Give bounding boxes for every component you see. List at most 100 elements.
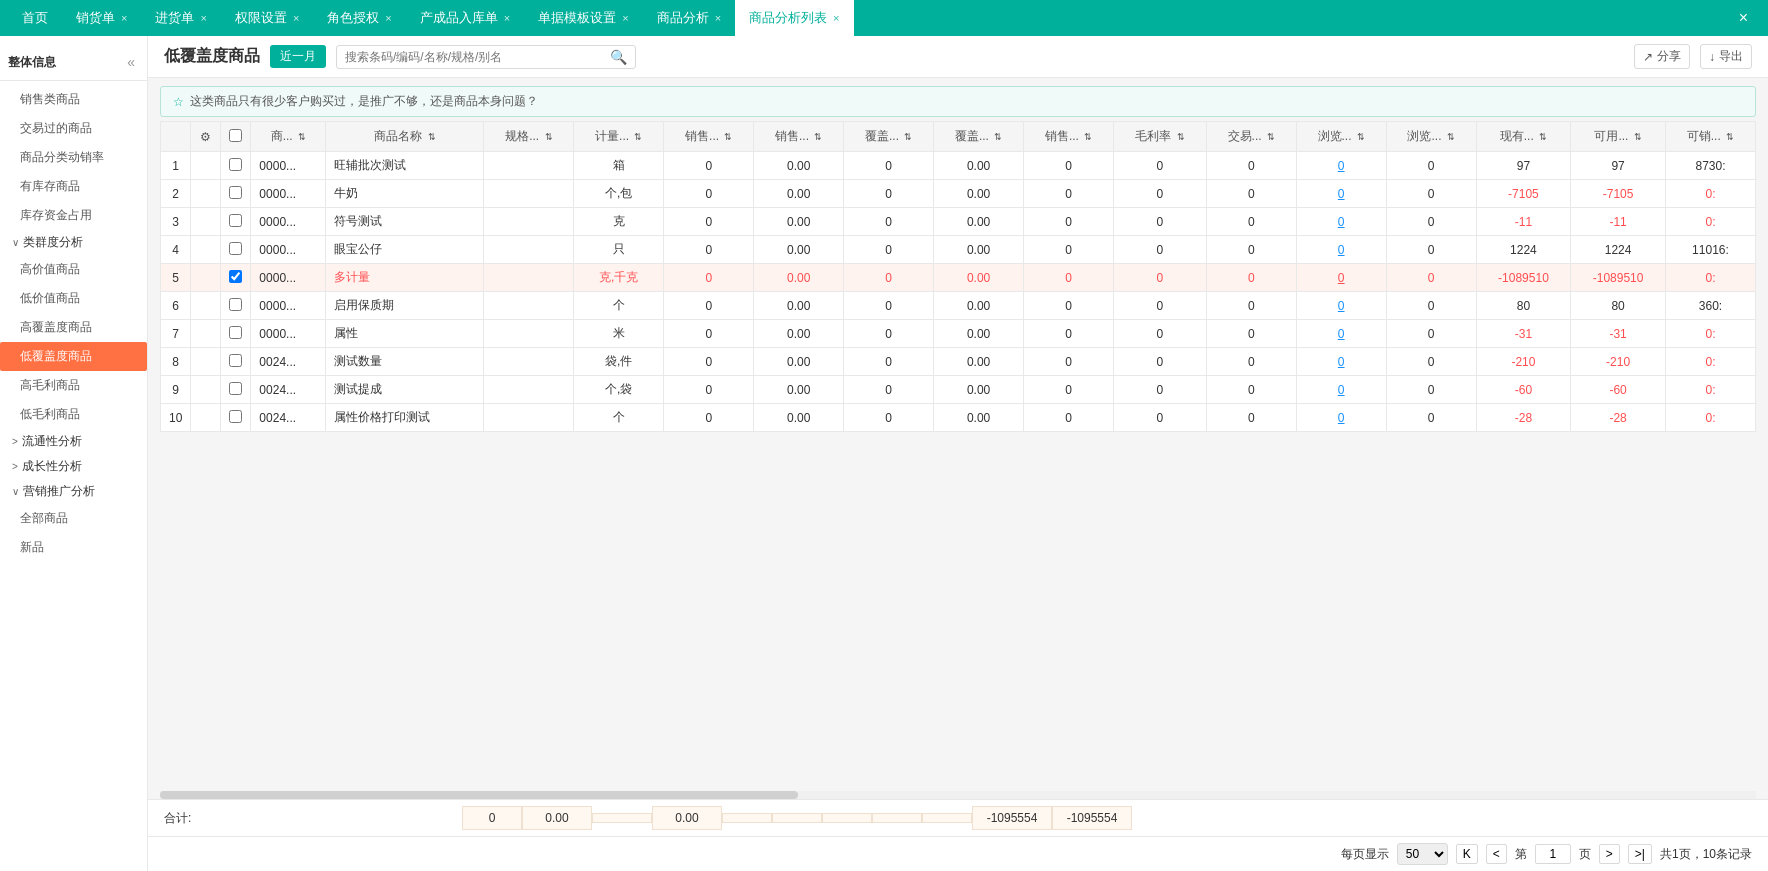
row-settings-cell[interactable]	[191, 264, 221, 292]
row-checkbox-cell[interactable]	[221, 236, 251, 264]
nav-home[interactable]: 首页	[8, 0, 62, 36]
nav-sales-order[interactable]: 销货单 ×	[62, 0, 141, 36]
sidebar-item-new-products[interactable]: 新品	[0, 533, 147, 562]
sort-arrows[interactable]: ⇅	[1177, 132, 1185, 142]
sidebar-item-high-coverage[interactable]: 高覆盖度商品	[0, 313, 147, 342]
col-browse1[interactable]: 浏览... ⇅	[1296, 122, 1386, 152]
search-icon[interactable]: 🔍	[610, 49, 627, 65]
row-checkbox-cell[interactable]	[221, 208, 251, 236]
row-settings-cell[interactable]	[191, 348, 221, 376]
row-checkbox-cell[interactable]	[221, 152, 251, 180]
scrollbar-thumb[interactable]	[160, 791, 798, 799]
col-sales-amt[interactable]: 销售... ⇅	[754, 122, 844, 152]
next-page-button[interactable]: >	[1599, 844, 1620, 864]
row-settings-cell[interactable]	[191, 236, 221, 264]
sidebar-group-growth[interactable]: > 成长性分析	[0, 454, 147, 479]
col-unit[interactable]: 计量... ⇅	[574, 122, 664, 152]
row-checkbox-cell[interactable]	[221, 292, 251, 320]
nav-purchase-order[interactable]: 进货单 ×	[141, 0, 220, 36]
nav-product-analysis[interactable]: 商品分析 ×	[643, 0, 735, 36]
col-settings[interactable]: ⚙	[191, 122, 221, 152]
sort-arrows[interactable]: ⇅	[724, 132, 732, 142]
sort-arrows[interactable]: ⇅	[1726, 132, 1734, 142]
col-current-stock[interactable]: 现有... ⇅	[1476, 122, 1571, 152]
nav-role-auth[interactable]: 角色授权 ×	[313, 0, 405, 36]
sidebar-group-cluster-analysis[interactable]: ∨ 类群度分析	[0, 230, 147, 255]
row-settings-cell[interactable]	[191, 376, 221, 404]
col-available[interactable]: 可用... ⇅	[1571, 122, 1666, 152]
sort-arrows[interactable]: ⇅	[1539, 132, 1547, 142]
row-browse1[interactable]: 0	[1296, 152, 1386, 180]
window-close-button[interactable]: ×	[1727, 9, 1760, 27]
col-cover-qty[interactable]: 覆盖... ⇅	[844, 122, 934, 152]
sidebar-collapse-button[interactable]: «	[123, 50, 139, 74]
close-icon[interactable]: ×	[121, 12, 127, 24]
row-settings-cell[interactable]	[191, 320, 221, 348]
sort-arrows[interactable]: ⇅	[634, 132, 642, 142]
sidebar-item-high-margin[interactable]: 高毛利商品	[0, 371, 147, 400]
row-checkbox-cell[interactable]	[221, 180, 251, 208]
col-spec[interactable]: 规格... ⇅	[484, 122, 574, 152]
sort-arrows[interactable]: ⇅	[1084, 132, 1092, 142]
close-icon[interactable]: ×	[622, 12, 628, 24]
first-page-button[interactable]: K	[1456, 844, 1478, 864]
sidebar-item-inventory-capital[interactable]: 库存资金占用	[0, 201, 147, 230]
row-settings-cell[interactable]	[191, 152, 221, 180]
col-gross-rate[interactable]: 毛利率 ⇅	[1114, 122, 1207, 152]
close-icon[interactable]: ×	[200, 12, 206, 24]
row-browse1[interactable]: 0	[1296, 236, 1386, 264]
close-icon[interactable]: ×	[385, 12, 391, 24]
sidebar-item-low-coverage[interactable]: 低覆盖度商品	[0, 342, 147, 371]
close-icon[interactable]: ×	[833, 12, 839, 24]
close-icon[interactable]: ×	[504, 12, 510, 24]
row-browse1[interactable]: 0	[1296, 208, 1386, 236]
col-browse2[interactable]: 浏览... ⇅	[1386, 122, 1476, 152]
time-filter-button[interactable]: 近一月	[270, 45, 326, 68]
nav-permission-settings[interactable]: 权限设置 ×	[221, 0, 313, 36]
row-settings-cell[interactable]	[191, 180, 221, 208]
col-trade[interactable]: 交易... ⇅	[1206, 122, 1296, 152]
row-browse1[interactable]: 0	[1296, 180, 1386, 208]
per-page-select[interactable]: 5020100200	[1397, 843, 1448, 865]
sort-arrows[interactable]: ⇅	[904, 132, 912, 142]
row-settings-cell[interactable]	[191, 208, 221, 236]
col-sales-qty[interactable]: 销售... ⇅	[664, 122, 754, 152]
prev-page-button[interactable]: <	[1486, 844, 1507, 864]
row-checkbox-cell[interactable]	[221, 320, 251, 348]
nav-product-analysis-list[interactable]: 商品分析列表 ×	[735, 0, 853, 36]
row-browse1[interactable]: 0	[1296, 376, 1386, 404]
select-all-checkbox[interactable]	[229, 129, 242, 142]
table-wrapper[interactable]: ⚙ 商... ⇅ 商品名称 ⇅	[160, 121, 1756, 791]
col-checkbox[interactable]	[221, 122, 251, 152]
col-code[interactable]: 商... ⇅	[251, 122, 326, 152]
sidebar-item-category-turnover[interactable]: 商品分类动销率	[0, 143, 147, 172]
row-checkbox-cell[interactable]	[221, 404, 251, 432]
search-input[interactable]	[345, 50, 610, 64]
sidebar-item-low-value[interactable]: 低价值商品	[0, 284, 147, 313]
sort-arrows[interactable]: ⇅	[994, 132, 1002, 142]
sort-arrows[interactable]: ⇅	[545, 132, 553, 142]
sidebar-item-stocked-products[interactable]: 有库存商品	[0, 172, 147, 201]
sort-arrows[interactable]: ⇅	[428, 132, 436, 142]
row-settings-cell[interactable]	[191, 404, 221, 432]
col-cover-amt[interactable]: 覆盖... ⇅	[934, 122, 1024, 152]
horizontal-scrollbar[interactable]	[160, 791, 1756, 799]
row-settings-cell[interactable]	[191, 292, 221, 320]
page-number-input[interactable]	[1535, 844, 1571, 864]
sort-arrows[interactable]: ⇅	[298, 132, 306, 142]
sidebar-item-low-margin[interactable]: 低毛利商品	[0, 400, 147, 429]
sidebar-item-high-value[interactable]: 高价值商品	[0, 255, 147, 284]
export-button[interactable]: ↓ 导出	[1700, 44, 1752, 69]
sort-arrows[interactable]: ⇅	[1357, 132, 1365, 142]
close-icon[interactable]: ×	[293, 12, 299, 24]
sort-arrows[interactable]: ⇅	[1267, 132, 1275, 142]
row-checkbox-cell[interactable]	[221, 348, 251, 376]
sidebar-group-liquidity[interactable]: > 流通性分析	[0, 429, 147, 454]
col-name[interactable]: 商品名称 ⇅	[326, 122, 484, 152]
col-sales-cnt[interactable]: 销售... ⇅	[1024, 122, 1114, 152]
row-browse1[interactable]: 0	[1296, 348, 1386, 376]
settings-icon[interactable]: ⚙	[200, 130, 211, 144]
row-checkbox-cell[interactable]	[221, 376, 251, 404]
col-sellable[interactable]: 可销... ⇅	[1665, 122, 1755, 152]
nav-product-warehouse[interactable]: 产成品入库单 ×	[406, 0, 524, 36]
